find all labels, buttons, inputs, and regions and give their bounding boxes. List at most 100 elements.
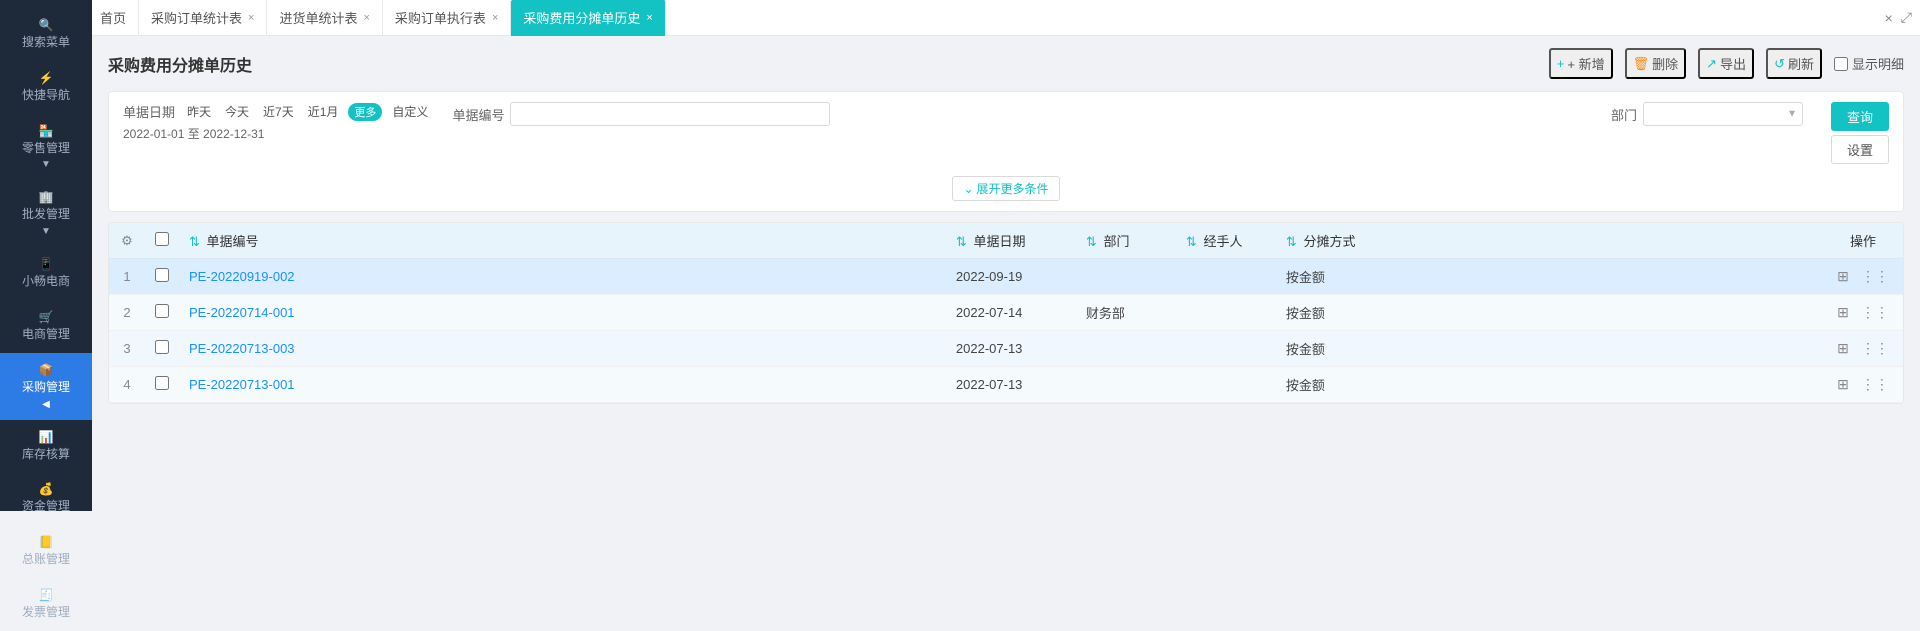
close-window-icon[interactable]: × [1885, 10, 1893, 26]
doc-no-cell: PE-20220713-003 [179, 331, 946, 367]
more-actions-icon[interactable]: ⋮⋮ [1858, 302, 1892, 323]
row-index: 1 [109, 259, 145, 295]
show-cols-checkbox[interactable] [1834, 57, 1848, 71]
add-button[interactable]: + + 新增 [1549, 48, 1613, 79]
doc-no-link[interactable]: PE-20220919-002 [189, 269, 295, 284]
refresh-label: 刷新 [1788, 54, 1814, 73]
row-checkbox[interactable] [155, 268, 169, 282]
tab-home[interactable]: 首页 [100, 0, 139, 36]
doc-no-input[interactable] [510, 102, 830, 126]
more-actions-icon[interactable]: ⋮⋮ [1858, 338, 1892, 359]
more-actions-icon[interactable]: ⋮⋮ [1858, 266, 1892, 287]
expand-icon: ⌄ [963, 182, 973, 196]
tab-close-icon[interactable]: × [492, 12, 498, 24]
ledger-icon: 📒 [4, 535, 88, 549]
doc-no-cell: PE-20220714-001 [179, 295, 946, 331]
sidebar-item-label: 批发管理 [4, 206, 88, 223]
th-doc-no: ⇅ 单据编号 [179, 223, 946, 259]
sidebar-item-retail[interactable]: 🏪 零售管理 ▼ [0, 114, 92, 181]
doc-no-link[interactable]: PE-20220714-001 [189, 305, 295, 320]
toolbar: + + 新增 🗑 删除 ↗ 导出 ↺ 刷新 显示明细 [1549, 48, 1904, 79]
sidebar-item-label: 总账管理 [4, 551, 88, 568]
sidebar-item-inventory[interactable]: 📊 库存核算 [0, 420, 92, 473]
tab-label: 采购订单统计表 [151, 8, 242, 27]
th-split-method: ⇅ 分摊方式 [1276, 223, 1823, 259]
sidebar-item-label: 搜索菜单 [4, 34, 88, 51]
handler-cell [1176, 259, 1276, 295]
tab-close-icon[interactable]: × [363, 12, 369, 24]
add-label: + 新增 [1567, 54, 1604, 73]
query-button[interactable]: 查询 [1831, 102, 1889, 131]
sidebar-item-search[interactable]: 🔍 搜索菜单 [0, 8, 92, 61]
filter-buttons: 查询 设置 [1831, 102, 1889, 164]
select-all-checkbox[interactable] [155, 232, 169, 246]
date-btn-more[interactable]: 更多 [348, 103, 382, 121]
th-dept: ⇅ 部门 [1076, 223, 1176, 259]
sidebar-item-finance[interactable]: 💰 资金管理 [0, 472, 92, 525]
sidebar-item-label: 发票管理 [4, 604, 88, 621]
view-icon[interactable]: ⊞ [1834, 302, 1852, 323]
view-icon[interactable]: ⊞ [1834, 338, 1852, 359]
main-area: 首页 采购订单统计表 × 进货单统计表 × 采购订单执行表 × 采购费用分摊单历… [92, 0, 1920, 511]
doc-no-link[interactable]: PE-20220713-003 [189, 341, 295, 356]
sidebar-item-ledger[interactable]: 📒 总账管理 [0, 525, 92, 578]
tab-close-icon[interactable]: × [646, 12, 652, 24]
delete-button[interactable]: 🗑 删除 [1625, 48, 1687, 79]
sidebar-item-invoice[interactable]: 🧾 发票管理 [0, 578, 92, 631]
th-doc-date: ⇅ 单据日期 [946, 223, 1076, 259]
doc-date-cell: 2022-07-13 [946, 367, 1076, 403]
show-cols-label: 显示明细 [1852, 54, 1904, 73]
tab-goods-in-stats[interactable]: 进货单统计表 × [267, 0, 382, 36]
row-checkbox[interactable] [155, 304, 169, 318]
tab-purchase-cost-history[interactable]: 采购费用分摊单历史 × [511, 0, 665, 36]
add-icon: + [1557, 56, 1565, 71]
delete-icon: 🗑 [1633, 56, 1650, 72]
date-btn-7days[interactable]: 近7天 [259, 102, 298, 121]
th-checkbox [145, 223, 179, 259]
export-button[interactable]: ↗ 导出 [1698, 48, 1754, 79]
handler-cell [1176, 331, 1276, 367]
search-icon: 🔍 [4, 18, 88, 32]
date-btn-1month[interactable]: 近1月 [304, 102, 343, 121]
sidebar-item-shortcut[interactable]: ⚡ 快捷导航 [0, 61, 92, 114]
expand-filter-button[interactable]: ⌄ 展开更多条件 [952, 176, 1059, 201]
th-actions: 操作 [1823, 223, 1903, 259]
sidebar-item-purchase[interactable]: 📦 采购管理 ◀ [0, 353, 92, 420]
sidebar-item-wholesale[interactable]: 🏢 批发管理 ▼ [0, 180, 92, 247]
th-split-method-label: 分摊方式 [1303, 234, 1355, 249]
tab-purchase-order-stats[interactable]: 采购订单统计表 × [139, 0, 267, 36]
th-doc-date-label: 单据日期 [973, 234, 1025, 249]
restore-window-icon[interactable]: ⤢ [1901, 9, 1912, 26]
refresh-button[interactable]: ↺ 刷新 [1766, 48, 1822, 79]
dept-input[interactable] [1643, 102, 1803, 126]
tab-label: 首页 [100, 8, 126, 27]
date-btn-custom[interactable]: 自定义 [388, 102, 432, 121]
sidebar-item-label: 小畅电商 [4, 273, 88, 290]
date-btn-yesterday[interactable]: 昨天 [183, 102, 215, 121]
doc-no-link[interactable]: PE-20220713-001 [189, 377, 295, 392]
sidebar-item-label: 电商管理 [4, 326, 88, 343]
sidebar-item-label: 采购管理 [4, 379, 88, 396]
tab-label: 采购费用分摊单历史 [523, 8, 640, 27]
view-icon[interactable]: ⊞ [1834, 266, 1852, 287]
gear-icon[interactable]: ⚙ [121, 233, 133, 248]
row-checkbox[interactable] [155, 340, 169, 354]
dept-label: 部门 [1611, 105, 1637, 124]
row-checkbox[interactable] [155, 376, 169, 390]
date-filter-label: 单据日期 [123, 102, 175, 121]
doc-date-cell: 2022-07-13 [946, 331, 1076, 367]
date-btn-today[interactable]: 今天 [221, 102, 253, 121]
retail-icon: 🏪 [4, 124, 88, 138]
tab-purchase-order-exec[interactable]: 采购订单执行表 × [383, 0, 511, 36]
sidebar-item-mobile[interactable]: 📱 小畅电商 [0, 247, 92, 300]
th-dept-label: 部门 [1103, 234, 1129, 249]
tab-close-icon[interactable]: × [248, 12, 254, 24]
settings-button[interactable]: 设置 [1831, 135, 1889, 164]
filter-area: 单据日期 昨天 今天 近7天 近1月 更多 自定义 2022-01-01 至 2… [108, 91, 1904, 212]
row-index: 3 [109, 331, 145, 367]
sidebar-item-ecommerce[interactable]: 🛒 电商管理 [0, 300, 92, 353]
more-actions-icon[interactable]: ⋮⋮ [1858, 374, 1892, 395]
dept-filter: 部门 ▼ [1611, 102, 1803, 126]
date-filter-block: 单据日期 昨天 今天 近7天 近1月 更多 自定义 2022-01-01 至 2… [123, 102, 432, 142]
view-icon[interactable]: ⊞ [1834, 374, 1852, 395]
